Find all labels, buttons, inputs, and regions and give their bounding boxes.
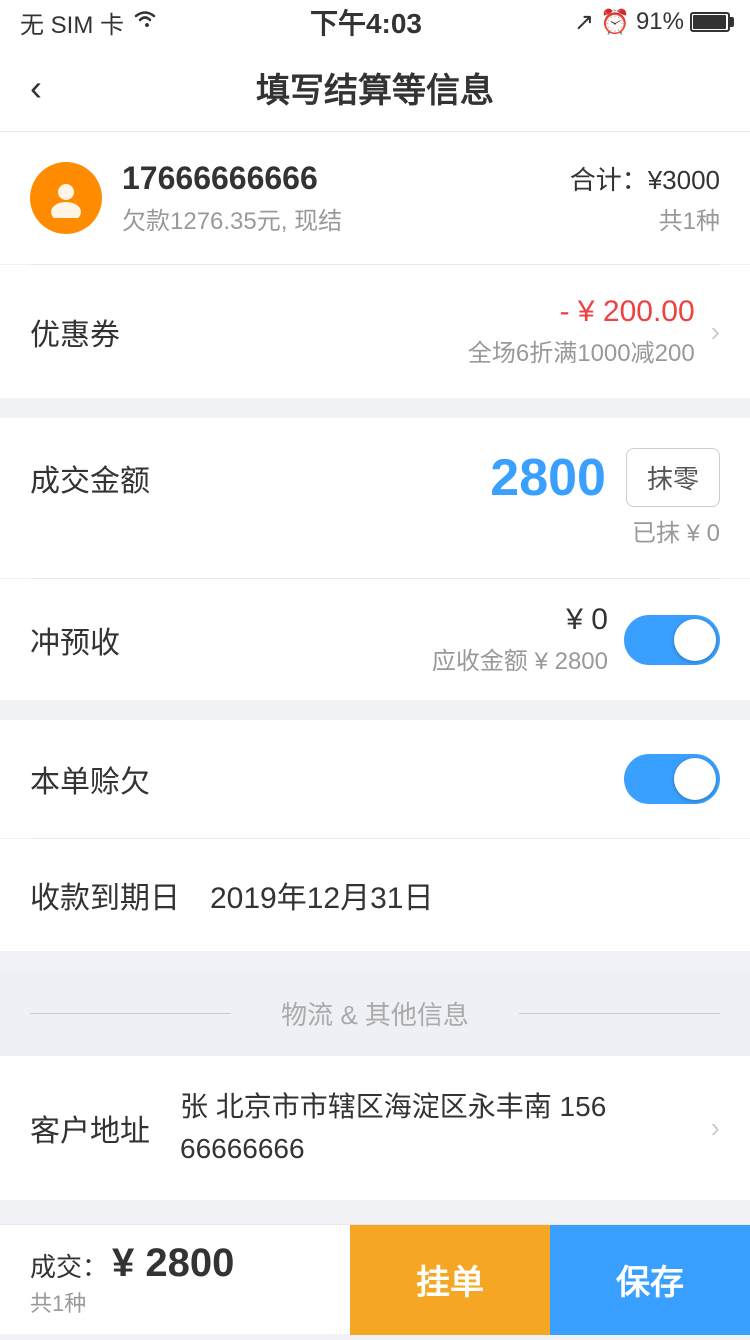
deal-amount-label: 成交金额 (30, 456, 150, 500)
alarm-icon: ⏰ (600, 8, 630, 37)
bottom-bar: 成交： ¥ 2800 共1种 挂单 保存 (0, 1224, 750, 1334)
chong-amounts: ¥ 0 应收金额 ¥ 2800 (432, 603, 608, 676)
deal-amount-number: 2800 (490, 452, 606, 504)
section-divider-4 (0, 1200, 750, 1220)
battery-percent: 91% (636, 8, 684, 36)
customer-phone: 17666666666 (122, 160, 342, 197)
address-row: 客户地址 张 北京市市辖区海淀区永丰南 156 66666666 › (30, 1086, 720, 1170)
toggle-knob (674, 619, 716, 661)
sim-text: 无 SIM 卡 (20, 5, 124, 40)
bottom-deal-amount: ¥ 2800 (112, 1241, 234, 1286)
customer-info: 17666666666 欠款1276.35元, 现结 (122, 160, 342, 236)
avatar (30, 162, 102, 234)
coupon-row[interactable]: 优惠券 - ¥ 200.00 全场6折满1000减200 › (0, 265, 750, 398)
chong-amount-sub: 应收金额 ¥ 2800 (432, 641, 608, 676)
ben-dan-row: 本单赊欠 (30, 754, 720, 804)
bottom-deal-count: 共1种 (30, 1286, 320, 1318)
deal-amount-row: 成交金额 2800 抹零 (30, 448, 720, 507)
status-time: 下午4:03 (310, 2, 422, 42)
bottom-summary: 成交： ¥ 2800 共1种 (0, 1241, 350, 1318)
logistics-separator: 物流 & 其他信息 (0, 971, 750, 1056)
customer-debt: 欠款1276.35元, 现结 (122, 201, 342, 236)
chong-yushou-section: 冲预收 ¥ 0 应收金额 ¥ 2800 (0, 579, 750, 700)
due-date-row: 收款到期日 2019年12月31日 (30, 873, 720, 917)
separator-line-right (519, 1013, 720, 1014)
address-section[interactable]: 客户地址 张 北京市市辖区海淀区永丰南 156 66666666 › (0, 1056, 750, 1200)
round-zero-button[interactable]: 抹零 (626, 448, 720, 507)
customer-card: 17666666666 欠款1276.35元, 现结 合计：¥3000 共1种 (0, 132, 750, 264)
coupon-label: 优惠券 (30, 310, 120, 354)
page-title: 填写结算等信息 (256, 63, 494, 112)
status-bar: 无 SIM 卡 下午4:03 ↗ ⏰ 91% (0, 0, 750, 44)
ben-dan-section: 本单赊欠 (0, 720, 750, 838)
chong-yushou-label: 冲预收 (30, 618, 120, 662)
coupon-description: 全场6折满1000减200 (468, 333, 695, 368)
wifi-icon (132, 8, 158, 36)
deal-amount-section: 成交金额 2800 抹零 已抹 ¥ 0 (0, 418, 750, 578)
bottom-deal-label: 成交： (30, 1247, 108, 1284)
ben-dan-label: 本单赊欠 (30, 757, 150, 801)
logistics-label: 物流 & 其他信息 (281, 995, 469, 1032)
hang-order-button[interactable]: 挂单 (350, 1225, 550, 1335)
status-right: ↗ ⏰ 91% (574, 8, 730, 37)
back-button[interactable]: ‹ (30, 67, 90, 109)
chong-toggle[interactable] (624, 615, 720, 665)
address-value: 张 北京市市辖区海淀区永丰南 156 66666666 (180, 1086, 711, 1170)
customer-info-left: 17666666666 欠款1276.35元, 现结 (30, 160, 342, 236)
location-icon: ↗ (574, 8, 594, 37)
nav-bar: ‹ 填写结算等信息 (0, 44, 750, 132)
deal-amount-sub: 已抹 ¥ 0 (30, 513, 720, 548)
coupon-right: - ¥ 200.00 全场6折满1000减200 › (468, 295, 720, 368)
coupon-discount: - ¥ 200.00 (468, 295, 695, 329)
due-date-section: 收款到期日 2019年12月31日 (0, 839, 750, 951)
battery-icon (690, 12, 730, 32)
status-left: 无 SIM 卡 (20, 5, 158, 40)
chevron-right-icon: › (711, 316, 720, 348)
chong-yushou-row: 冲预收 ¥ 0 应收金额 ¥ 2800 (30, 603, 720, 676)
chong-yushou-right: ¥ 0 应收金额 ¥ 2800 (432, 603, 720, 676)
total-count: 共1种 (570, 201, 720, 236)
section-divider-1 (0, 398, 750, 418)
ben-dan-toggle-knob (674, 758, 716, 800)
chong-amount-main: ¥ 0 (432, 603, 608, 637)
section-divider-2 (0, 700, 750, 720)
coupon-values: - ¥ 200.00 全场6折满1000减200 (468, 295, 695, 368)
total-amount: 合计：¥3000 (570, 160, 720, 197)
due-date-label: 收款到期日 (30, 873, 180, 917)
address-chevron-icon: › (711, 1112, 720, 1144)
save-button[interactable]: 保存 (550, 1225, 750, 1335)
due-date-value: 2019年12月31日 (210, 873, 433, 917)
address-label: 客户地址 (30, 1106, 150, 1150)
deal-amount-group: 2800 抹零 (490, 448, 720, 507)
ben-dan-toggle[interactable] (624, 754, 720, 804)
separator-line-left (30, 1013, 231, 1014)
main-content: 17666666666 欠款1276.35元, 现结 合计：¥3000 共1种 … (0, 132, 750, 1340)
customer-total: 合计：¥3000 共1种 (570, 160, 720, 236)
section-divider-3 (0, 951, 750, 971)
bottom-deal-line: 成交： ¥ 2800 (30, 1241, 320, 1286)
